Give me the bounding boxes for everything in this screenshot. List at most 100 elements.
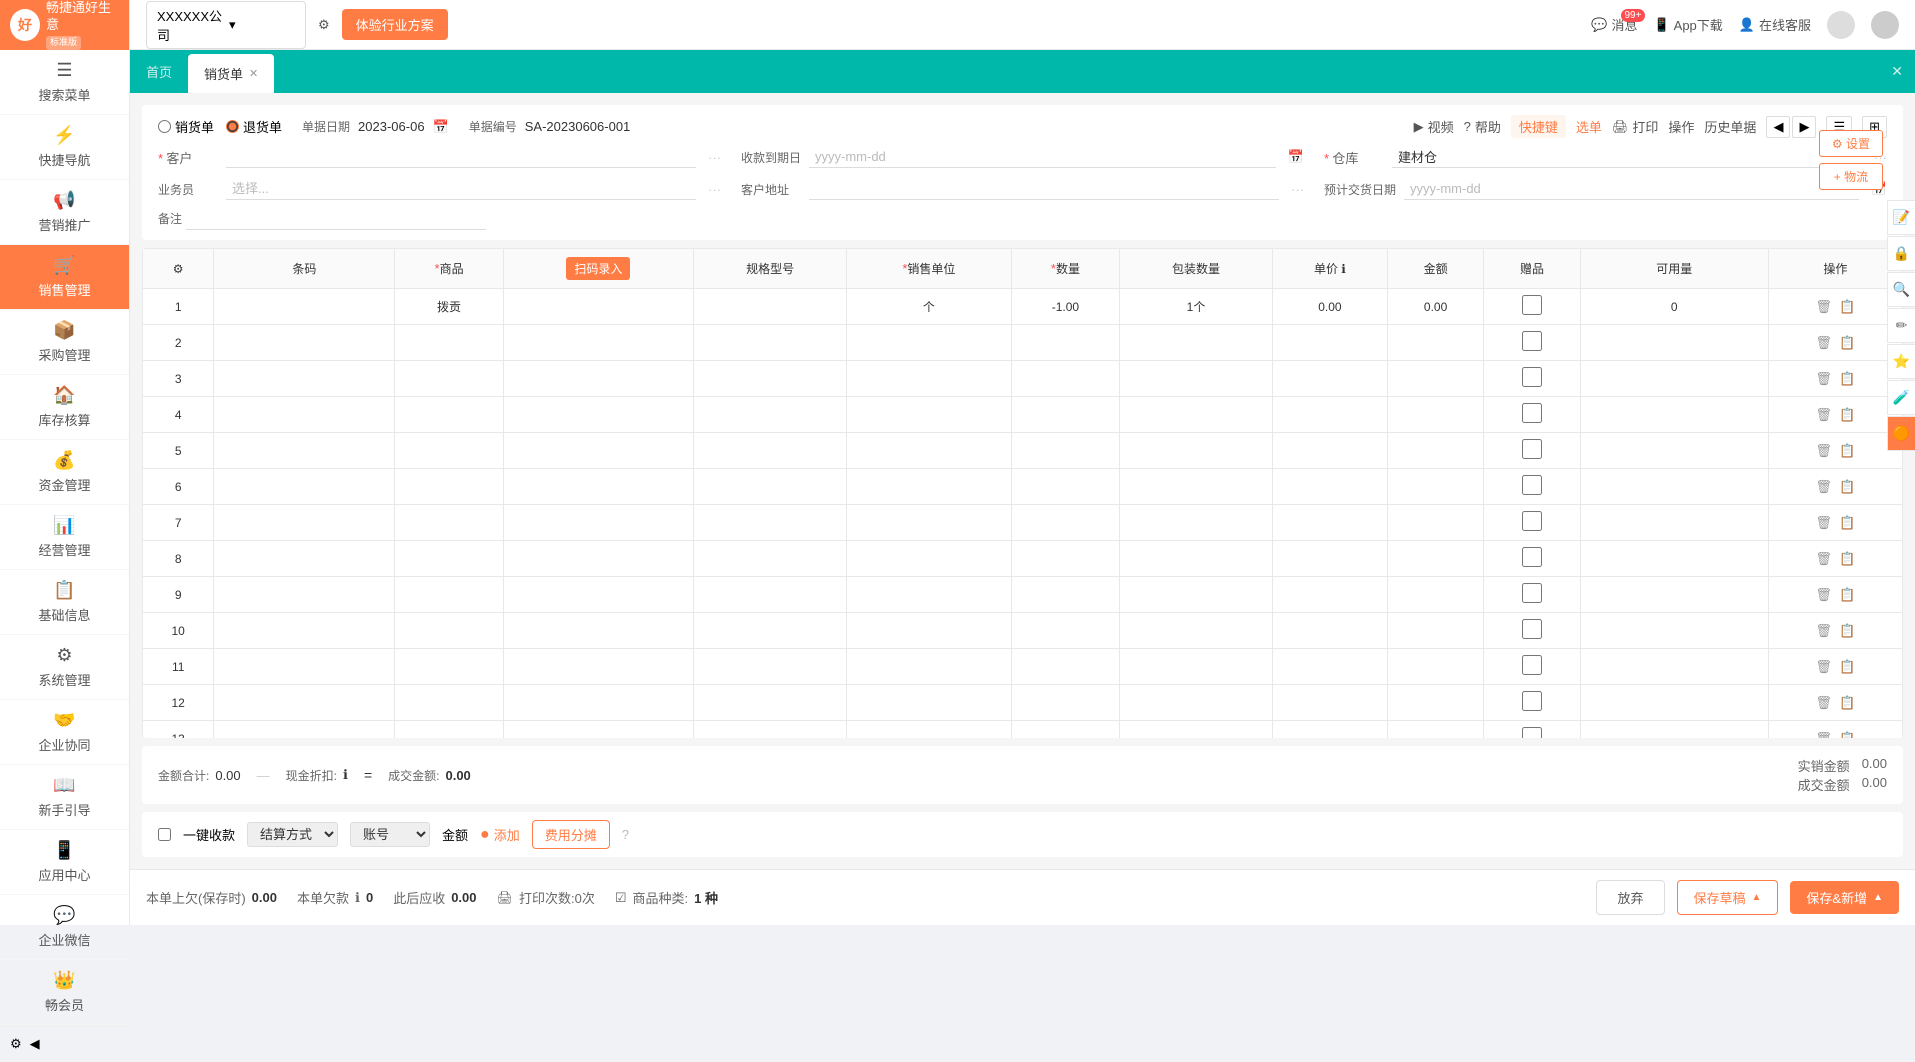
expense-btn[interactable]: 费用分摊 [532,820,610,849]
tab-close-all-icon[interactable]: ✕ [1891,63,1903,80]
operate-btn[interactable]: 操作 [1668,117,1694,136]
tab-sales-order[interactable]: 销货单 ✕ [188,54,274,93]
row-copy-icon-7[interactable]: 📋 [1839,551,1855,566]
gear-icon[interactable]: ⚙ [318,17,330,33]
row-barcode-1[interactable] [214,325,395,361]
row-delete-icon-12[interactable]: 🗑 [1815,731,1832,739]
avatar[interactable] [1827,11,1855,39]
sidebar-item-12[interactable]: 📱应用中心 [0,830,129,895]
customer-dots-icon[interactable]: ··· [708,150,721,165]
logistics-btn[interactable]: + 物流 [1819,163,1883,190]
row-copy-icon-2[interactable]: 📋 [1839,371,1855,386]
right-btn-6[interactable]: 🧪 [1887,380,1915,415]
salesperson-input[interactable] [226,178,696,200]
message-item[interactable]: 💬 消息 99+ [1591,15,1637,34]
nav-prev-btn[interactable]: ◀ [1766,116,1790,138]
row-delete-icon-8[interactable]: 🗑 [1815,587,1832,602]
payment-method-select[interactable]: 结算方式 [247,822,338,847]
right-btn-1[interactable]: 📝 [1887,200,1915,235]
nav-next-btn[interactable]: ▶ [1792,116,1816,138]
tab-close-icon[interactable]: ✕ [249,67,258,80]
row-copy-icon-12[interactable]: 📋 [1839,731,1855,739]
shortcut-btn[interactable]: 快捷键 [1511,115,1566,138]
row-barcode-0[interactable] [214,289,395,325]
row-barcode-10[interactable] [214,649,395,685]
due-date-input[interactable] [809,146,1276,168]
warehouse-input[interactable] [1392,146,1862,168]
customer-address-input[interactable] [809,178,1279,200]
remark-input[interactable] [186,208,486,230]
help-btn[interactable]: ? 帮助 [1464,117,1501,136]
row-copy-icon-4[interactable]: 📋 [1839,443,1855,458]
row-barcode-5[interactable] [214,469,395,505]
row-delete-icon-9[interactable]: 🗑 [1815,623,1832,638]
row-barcode-8[interactable] [214,577,395,613]
sidebar-item-3[interactable]: 🛒销售管理 [0,245,129,310]
company-select[interactable]: XXXXXX公司 ▾ [146,1,306,49]
trial-button[interactable]: 体验行业方案 [342,9,448,40]
row-copy-icon-6[interactable]: 📋 [1839,515,1855,530]
row-delete-icon-7[interactable]: 🗑 [1815,551,1832,566]
draft-button[interactable]: 保存草稿 ▲ [1677,880,1779,915]
row-delete-icon-4[interactable]: 🗑 [1815,443,1832,458]
row-barcode-6[interactable] [214,505,395,541]
add-payment-btn[interactable]: ● 添加 [480,825,520,844]
sidebar-item-9[interactable]: ⚙系统管理 [0,635,129,700]
row-delete-icon-3[interactable]: 🗑 [1815,407,1832,422]
row-barcode-4[interactable] [214,433,395,469]
row-barcode-2[interactable] [214,361,395,397]
right-btn-2[interactable]: 🔒 [1887,236,1915,271]
row-copy-icon-1[interactable]: 📋 [1839,335,1855,350]
row-delete-icon-2[interactable]: 🗑 [1815,371,1832,386]
scan-button[interactable]: 扫码录入 [566,257,630,280]
one-click-checkbox[interactable] [158,828,171,841]
right-btn-5[interactable]: ⭐ [1887,344,1915,379]
row-delete-icon-1[interactable]: 🗑 [1815,335,1832,350]
right-btn-4[interactable]: ✏ [1887,308,1915,343]
sidebar-item-8[interactable]: 📋基础信息 [0,570,129,635]
row-barcode-3[interactable] [214,397,395,433]
history-btn[interactable]: 历史单据 [1704,117,1756,136]
sidebar-item-0[interactable]: ☰搜索菜单 [0,50,129,115]
sidebar-item-4[interactable]: 📦采购管理 [0,310,129,375]
row-delete-icon-10[interactable]: 🗑 [1815,659,1832,674]
address-dots-icon[interactable]: ··· [1291,182,1304,197]
row-delete-icon-6[interactable]: 🗑 [1815,515,1832,530]
calendar-icon[interactable]: 📅 [433,119,449,135]
due-date-calendar-icon[interactable]: 📅 [1288,149,1304,165]
sidebar-item-2[interactable]: 📢营销推广 [0,180,129,245]
sidebar-item-1[interactable]: ⚡快捷导航 [0,115,129,180]
right-btn-7[interactable]: 🟠 [1887,416,1915,451]
video-btn[interactable]: ▶ 视频 [1414,117,1454,136]
row-copy-icon-3[interactable]: 📋 [1839,407,1855,422]
avatar2[interactable] [1871,11,1899,39]
app-download-item[interactable]: 📱 App下载 [1653,15,1722,34]
collapse-icon[interactable]: ◀ [30,1036,40,1052]
choose-btn[interactable]: 选单 [1576,117,1602,136]
row-copy-icon-10[interactable]: 📋 [1839,659,1855,674]
sale-type-radio[interactable]: 销货单 [158,117,214,136]
row-barcode-9[interactable] [214,613,395,649]
return-type-radio[interactable]: 退货单 [226,117,282,136]
salesperson-dots-icon[interactable]: ··· [708,182,721,197]
online-service-item[interactable]: 👤 在线客服 [1739,15,1811,34]
row-barcode-7[interactable] [214,541,395,577]
save-button[interactable]: 保存&新增 ▲ [1790,881,1899,914]
row-copy-icon-9[interactable]: 📋 [1839,623,1855,638]
settings-form-btn[interactable]: ⚙ 设置 [1819,130,1883,157]
expected-date-input[interactable] [1404,178,1859,200]
discard-button[interactable]: 放弃 [1596,880,1664,915]
sidebar-item-5[interactable]: 🏠库存核算 [0,375,129,440]
sidebar-item-6[interactable]: 💰资金管理 [0,440,129,505]
print-btn[interactable]: 🖨 打印 [1612,117,1659,136]
row-delete-icon-0[interactable]: 🗑 [1815,299,1832,314]
row-barcode-11[interactable] [214,685,395,721]
th-settings[interactable]: ⚙ [143,249,214,289]
sidebar-item-14[interactable]: 👑畅会员 [0,960,129,1025]
tab-home[interactable]: 首页 [130,52,188,91]
sidebar-item-13[interactable]: 💬企业微信 [0,895,129,960]
payment-account-select[interactable]: 账号 [350,822,430,847]
row-delete-icon-11[interactable]: 🗑 [1815,695,1832,710]
row-copy-icon-8[interactable]: 📋 [1839,587,1855,602]
right-btn-3[interactable]: 🔍 [1887,272,1915,307]
